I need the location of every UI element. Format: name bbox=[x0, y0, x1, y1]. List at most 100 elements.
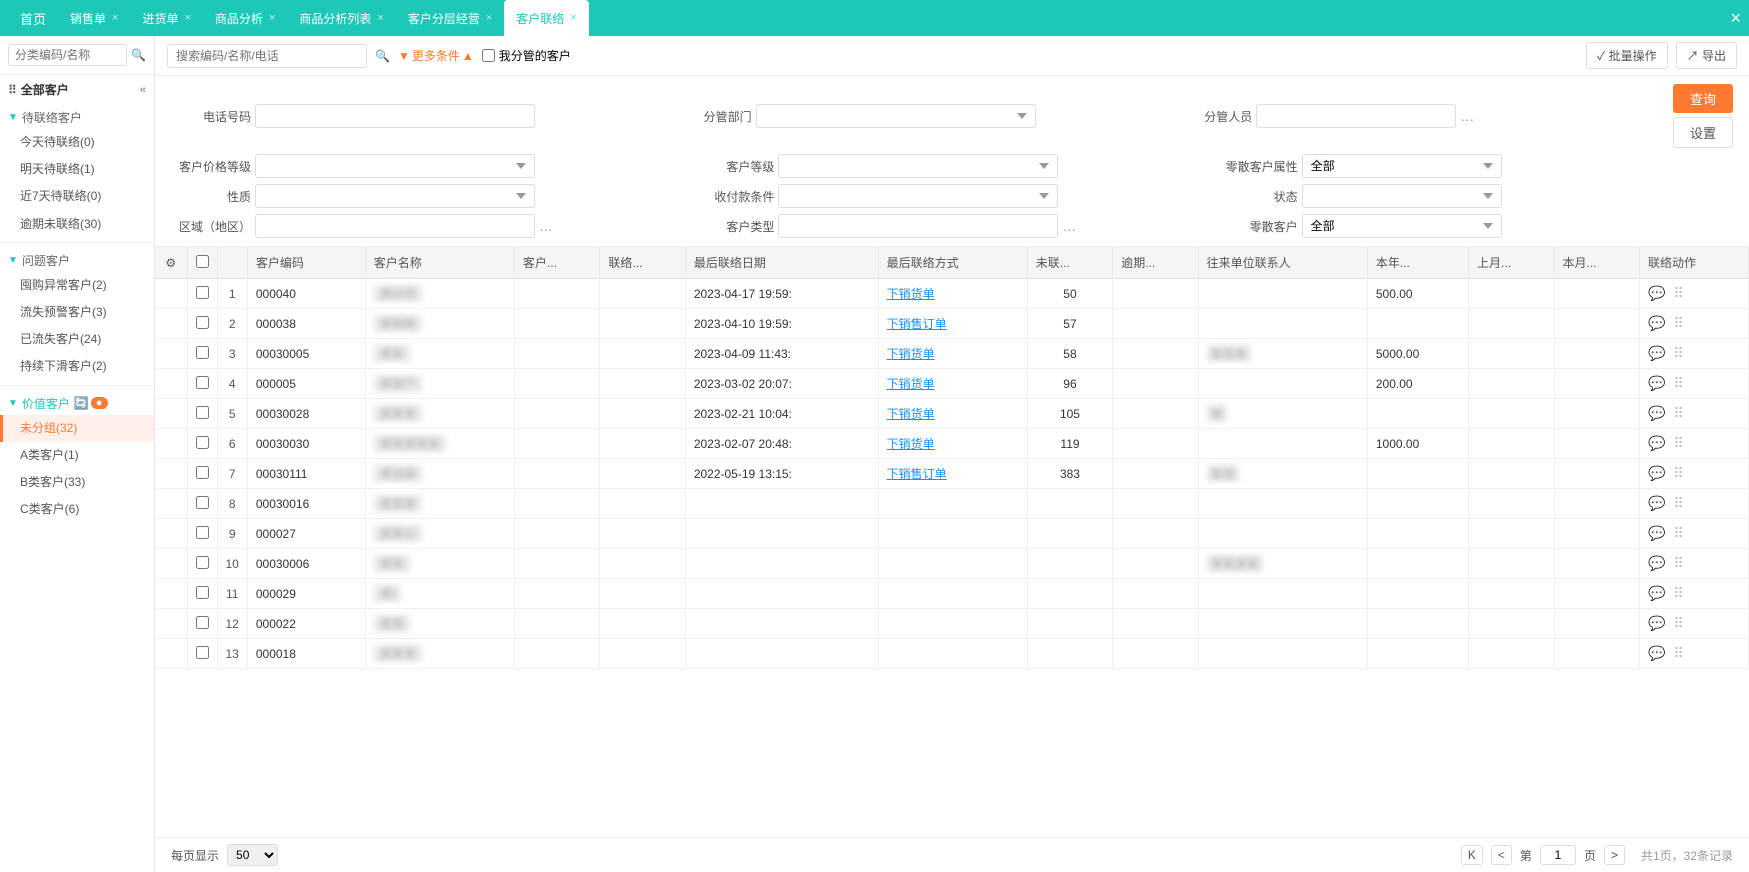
sidebar-item-churned[interactable]: 已流失客户(24) bbox=[0, 326, 154, 353]
chat-icon[interactable]: 💬 bbox=[1648, 315, 1665, 332]
row-last-contact-way[interactable]: 下销货单 bbox=[878, 339, 1027, 369]
chat-icon[interactable]: 💬 bbox=[1648, 525, 1665, 542]
row-checkbox-cell[interactable] bbox=[187, 549, 217, 579]
status-select[interactable] bbox=[1302, 184, 1502, 208]
row-checkbox-cell[interactable] bbox=[187, 459, 217, 489]
chat-icon[interactable]: 💬 bbox=[1648, 375, 1665, 392]
retail-attr-select[interactable]: 全部 bbox=[1302, 154, 1502, 178]
row-last-contact-way[interactable]: 下销货单 bbox=[878, 429, 1027, 459]
row-actions[interactable]: 💬 ⠿ bbox=[1639, 609, 1748, 639]
row-checkbox[interactable] bbox=[196, 586, 209, 599]
region-more-icon[interactable]: … bbox=[539, 218, 553, 234]
my-customers-check[interactable] bbox=[482, 49, 495, 62]
row-actions[interactable]: 💬 ⠿ bbox=[1639, 339, 1748, 369]
more-action-icon[interactable]: ⠿ bbox=[1673, 315, 1683, 332]
row-checkbox[interactable] bbox=[196, 346, 209, 359]
chat-icon[interactable]: 💬 bbox=[1648, 345, 1665, 362]
row-actions[interactable]: 💬 ⠿ bbox=[1639, 489, 1748, 519]
phone-input[interactable] bbox=[255, 104, 535, 128]
query-button[interactable]: 查询 bbox=[1673, 84, 1733, 113]
row-actions[interactable]: 💬 ⠿ bbox=[1639, 639, 1748, 669]
nav-customer-tier[interactable]: 客户分层经营 × bbox=[396, 0, 504, 36]
row-checkbox[interactable] bbox=[196, 286, 209, 299]
row-checkbox[interactable] bbox=[196, 646, 209, 659]
row-actions[interactable]: 💬 ⠿ bbox=[1639, 309, 1748, 339]
row-checkbox[interactable] bbox=[196, 316, 209, 329]
row-checkbox-cell[interactable] bbox=[187, 279, 217, 309]
row-actions[interactable]: 💬 ⠿ bbox=[1639, 459, 1748, 489]
sidebar-group-pending[interactable]: ▼ 待联络客户 bbox=[0, 104, 154, 129]
more-action-icon[interactable]: ⠿ bbox=[1673, 615, 1683, 632]
page-number-input[interactable] bbox=[1540, 845, 1576, 865]
close-all-button[interactable]: × bbox=[1730, 8, 1741, 29]
close-goods-icon[interactable]: × bbox=[269, 12, 275, 24]
sidebar-item-class-a[interactable]: A类客户(1) bbox=[0, 442, 154, 469]
export-button[interactable]: ↗ 导出 bbox=[1676, 42, 1737, 69]
sidebar-item-declining[interactable]: 持续下滑客户(2) bbox=[0, 353, 154, 380]
sidebar-item-class-c[interactable]: C类客户(6) bbox=[0, 496, 154, 523]
contact-way-link[interactable]: 下销货单 bbox=[887, 287, 935, 301]
close-goods-list-icon[interactable]: × bbox=[377, 12, 383, 24]
page-size-select[interactable]: 50 10 20 100 bbox=[227, 844, 278, 866]
row-checkbox-cell[interactable] bbox=[187, 339, 217, 369]
sidebar-item-tomorrow-pending[interactable]: 明天待联络(1) bbox=[0, 156, 154, 183]
sidebar-item-unclassified[interactable]: 未分组(32) bbox=[0, 415, 154, 442]
row-last-contact-way[interactable]: 下销货单 bbox=[878, 279, 1027, 309]
region-input[interactable] bbox=[255, 214, 535, 238]
more-conditions-button[interactable]: ▼ 更多条件 ▲ bbox=[398, 47, 474, 64]
sidebar-item-today-pending[interactable]: 今天待联络(0) bbox=[0, 129, 154, 156]
row-actions[interactable]: 💬 ⠿ bbox=[1639, 279, 1748, 309]
chat-icon[interactable]: 💬 bbox=[1648, 285, 1665, 302]
select-all-checkbox[interactable] bbox=[196, 255, 209, 268]
row-last-contact-way[interactable]: 下销售订单 bbox=[878, 309, 1027, 339]
row-last-contact-way[interactable]: 下销售订单 bbox=[878, 459, 1027, 489]
more-action-icon[interactable]: ⠿ bbox=[1673, 555, 1683, 572]
nav-home[interactable]: 首页 bbox=[8, 9, 58, 28]
sidebar-item-week-pending[interactable]: 近7天待联络(0) bbox=[0, 183, 154, 210]
row-last-contact-way[interactable]: 下销货单 bbox=[878, 399, 1027, 429]
more-action-icon[interactable]: ⠿ bbox=[1673, 525, 1683, 542]
more-action-icon[interactable]: ⠿ bbox=[1673, 495, 1683, 512]
more-action-icon[interactable]: ⠿ bbox=[1673, 405, 1683, 422]
chat-icon[interactable]: 💬 bbox=[1648, 465, 1665, 482]
row-checkbox[interactable] bbox=[196, 496, 209, 509]
row-actions[interactable]: 💬 ⠿ bbox=[1639, 519, 1748, 549]
filter-search-icon[interactable]: 🔍 bbox=[375, 49, 390, 63]
more-action-icon[interactable]: ⠿ bbox=[1673, 585, 1683, 602]
more-action-icon[interactable]: ⠿ bbox=[1673, 345, 1683, 362]
batch-operation-button[interactable]: ✓ 批量操作 bbox=[1586, 42, 1668, 69]
contact-way-link[interactable]: 下销货单 bbox=[887, 377, 935, 391]
row-checkbox-cell[interactable] bbox=[187, 369, 217, 399]
row-checkbox[interactable] bbox=[196, 406, 209, 419]
payment-select[interactable] bbox=[778, 184, 1058, 208]
close-contact-icon[interactable]: × bbox=[570, 12, 576, 24]
row-actions[interactable]: 💬 ⠿ bbox=[1639, 399, 1748, 429]
price-level-select[interactable] bbox=[255, 154, 535, 178]
sidebar-search-input[interactable] bbox=[8, 44, 127, 66]
prev-page-button[interactable]: < bbox=[1491, 845, 1512, 865]
nature-select[interactable] bbox=[255, 184, 535, 208]
more-action-icon[interactable]: ⠿ bbox=[1673, 375, 1683, 392]
contact-way-link[interactable]: 下销售订单 bbox=[887, 317, 947, 331]
contact-way-link[interactable]: 下销货单 bbox=[887, 347, 935, 361]
dept-select[interactable] bbox=[756, 104, 1036, 128]
customer-type-more-icon[interactable]: … bbox=[1062, 218, 1076, 234]
row-checkbox-cell[interactable] bbox=[187, 399, 217, 429]
chat-icon[interactable]: 💬 bbox=[1648, 585, 1665, 602]
sidebar-item-class-b[interactable]: B类客户(33) bbox=[0, 469, 154, 496]
row-checkbox-cell[interactable] bbox=[187, 609, 217, 639]
next-page-button[interactable]: > bbox=[1604, 845, 1625, 865]
nav-customer-contact[interactable]: 客户联络 × bbox=[504, 0, 588, 36]
manager-more-icon[interactable]: … bbox=[1460, 108, 1474, 124]
row-checkbox[interactable] bbox=[196, 466, 209, 479]
first-page-button[interactable]: K bbox=[1461, 845, 1483, 865]
chat-icon[interactable]: 💬 bbox=[1648, 555, 1665, 572]
chat-icon[interactable]: 💬 bbox=[1648, 405, 1665, 422]
reset-button[interactable]: 设置 bbox=[1673, 117, 1733, 148]
row-actions[interactable]: 💬 ⠿ bbox=[1639, 429, 1748, 459]
all-customers-header[interactable]: ⠿全部客户 « bbox=[0, 75, 154, 104]
row-checkbox-cell[interactable] bbox=[187, 429, 217, 459]
row-checkbox-cell[interactable] bbox=[187, 309, 217, 339]
th-checkbox[interactable] bbox=[187, 247, 217, 279]
customer-level-select[interactable] bbox=[778, 154, 1058, 178]
